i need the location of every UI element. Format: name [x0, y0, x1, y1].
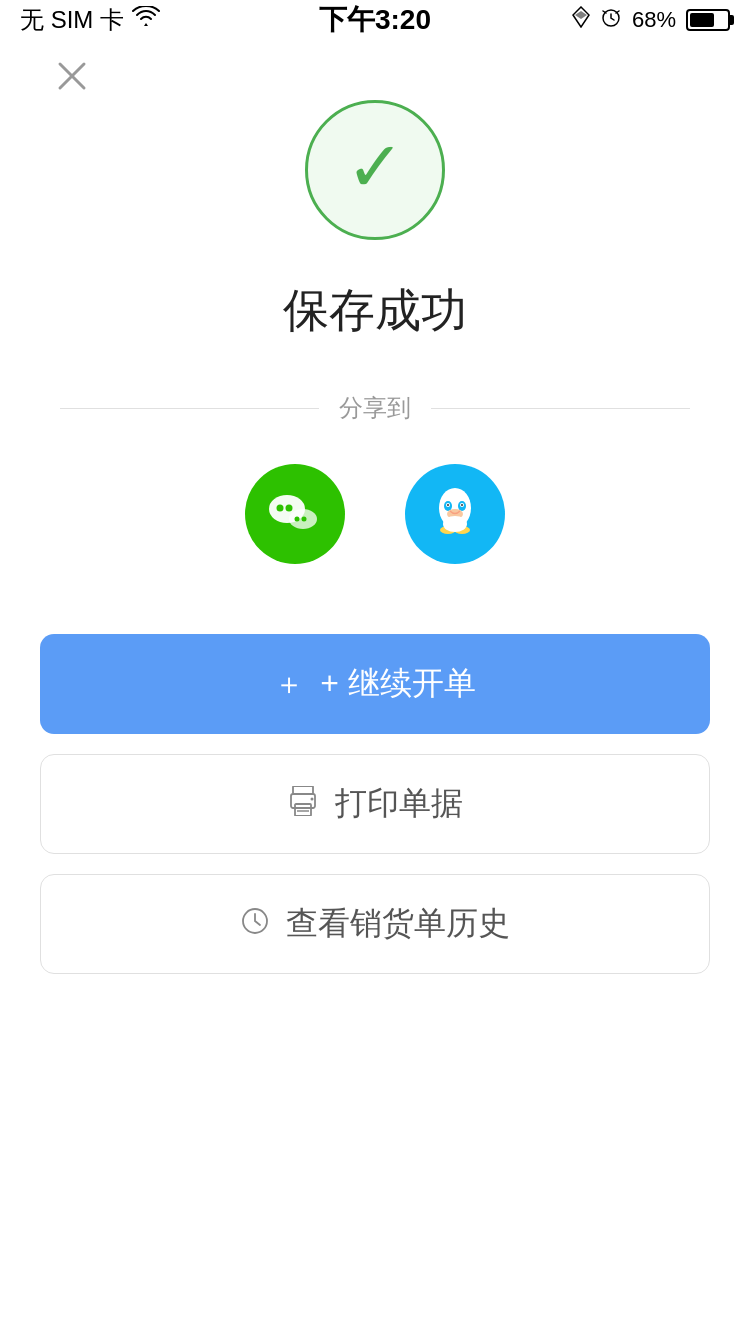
svg-point-8 — [302, 517, 307, 522]
print-label: 打印单据 — [335, 782, 463, 826]
wifi-icon — [132, 6, 160, 34]
divider-right — [431, 408, 690, 409]
history-label: 查看销货单历史 — [286, 902, 510, 946]
main-content: ✓ 保存成功 分享到 — [0, 40, 750, 974]
wechat-share-button[interactable] — [245, 464, 345, 564]
history-button[interactable]: 查看销货单历史 — [40, 874, 710, 974]
svg-point-7 — [295, 517, 300, 522]
status-time: 下午3:20 — [319, 1, 431, 39]
success-title: 保存成功 — [283, 280, 467, 342]
divider-left — [60, 408, 319, 409]
svg-point-19 — [443, 516, 467, 532]
location-icon — [572, 6, 590, 34]
checkmark-icon: ✓ — [346, 132, 405, 202]
continue-button[interactable]: ＋ + 继续开单 — [40, 634, 710, 734]
status-right: 68% — [572, 6, 730, 34]
printer-icon — [287, 786, 319, 823]
battery-icon — [686, 9, 730, 31]
action-buttons: ＋ + 继续开单 打印单据 — [0, 634, 750, 974]
svg-rect-20 — [293, 786, 313, 794]
status-left: 无 SIM 卡 — [20, 4, 160, 36]
success-circle: ✓ — [305, 100, 445, 240]
close-button[interactable] — [48, 52, 96, 100]
plus-icon: ＋ — [274, 664, 304, 705]
svg-rect-22 — [295, 804, 311, 816]
svg-point-15 — [461, 504, 463, 506]
battery-percent: 68% — [632, 7, 676, 33]
alarm-icon — [600, 6, 622, 34]
share-divider: 分享到 — [0, 392, 750, 424]
clock-icon — [240, 906, 270, 943]
share-label: 分享到 — [319, 392, 431, 424]
status-bar: 无 SIM 卡 下午3:20 — [0, 0, 750, 40]
share-icons — [245, 464, 505, 564]
svg-point-14 — [447, 504, 449, 506]
print-button[interactable]: 打印单据 — [40, 754, 710, 854]
svg-point-25 — [311, 797, 314, 800]
carrier-text: 无 SIM 卡 — [20, 4, 124, 36]
continue-label: + 继续开单 — [320, 662, 476, 706]
svg-point-5 — [286, 505, 293, 512]
svg-point-4 — [277, 505, 284, 512]
qq-share-button[interactable] — [405, 464, 505, 564]
